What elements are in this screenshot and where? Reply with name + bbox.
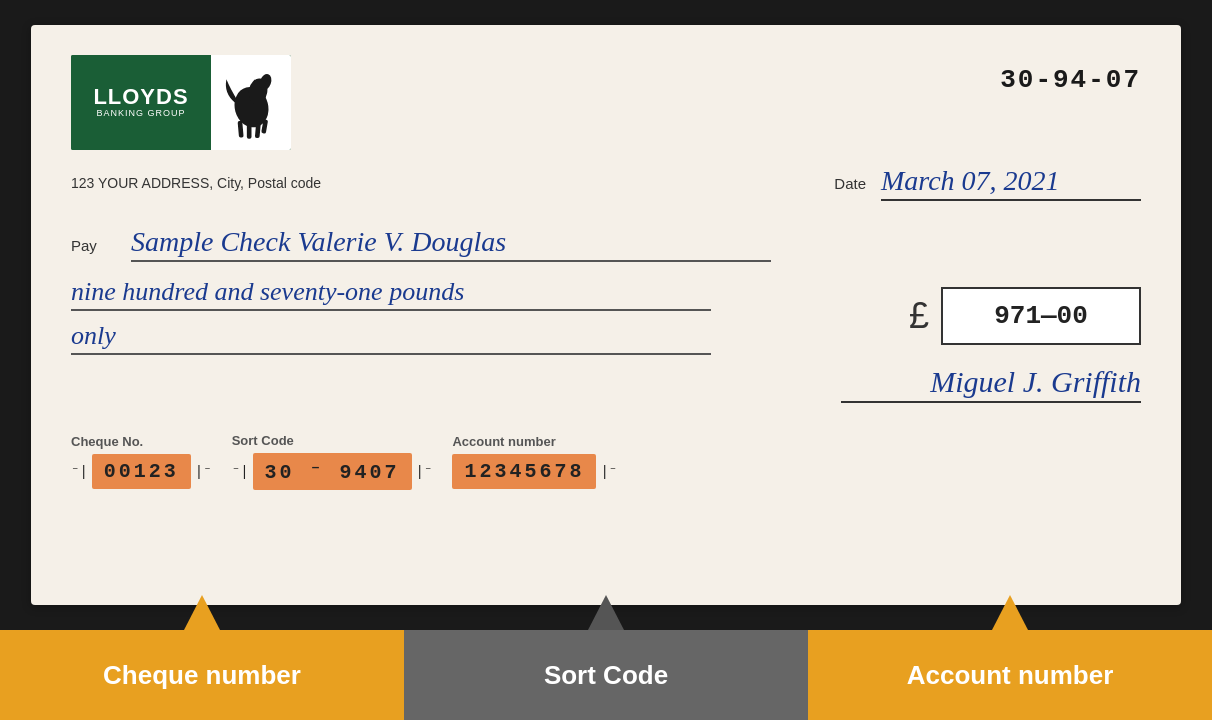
amount-box: 971—00 — [941, 287, 1141, 345]
pay-section: Pay Sample Check Valerie V. Douglas — [71, 226, 1141, 262]
sort-code-label: Sort Code — [232, 433, 433, 448]
logo-green-section: LLOYDS BANKING GROUP — [71, 55, 211, 150]
micr-bar-right3: |⁻ — [600, 463, 617, 480]
pay-label: Pay — [71, 237, 111, 254]
sort-code-row: ⁻| 30 ⁻ 9407 |⁻ — [232, 453, 433, 490]
account-number-bottom-label: Account number — [907, 660, 1114, 691]
logo-banking: BANKING GROUP — [96, 108, 185, 120]
account-number: 12345678 — [452, 454, 596, 489]
pay-line: Pay Sample Check Valerie V. Douglas — [71, 226, 1141, 262]
cheque-arrow — [184, 595, 220, 630]
micr-bar-left2: ⁻| — [232, 463, 249, 480]
sort-arrow — [588, 595, 624, 630]
date-label: Date — [834, 175, 866, 192]
address: 123 YOUR ADDRESS, City, Postal code — [71, 175, 321, 191]
date-value: March 07, 2021 — [881, 165, 1141, 201]
horse-icon — [219, 65, 284, 140]
cheque-number-group: Cheque No. ⁻| 00123 |⁻ — [71, 434, 212, 489]
sort-code-value: 30 ⁻ 9407 — [253, 453, 412, 490]
pound-symbol: £ — [909, 295, 929, 337]
account-number-row: 12345678 |⁻ — [452, 454, 617, 489]
cheque-wrapper: LLOYDS BANKING GROUP — [0, 0, 1212, 630]
date-row: Date March 07, 2021 — [834, 165, 1141, 201]
micr-section: Cheque No. ⁻| 00123 |⁻ Sort Code ⁻| 30 ⁻… — [71, 423, 1141, 490]
words-section: nine hundred and seventy-one pounds only — [71, 277, 909, 355]
sort-code-group: Sort Code ⁻| 30 ⁻ 9407 |⁻ — [232, 433, 433, 490]
sort-code-display: 30-94-07 — [1000, 65, 1141, 95]
amount-words-line2: only — [71, 321, 711, 355]
logo-white-section — [211, 55, 291, 150]
sort-code-top-area: 30-94-07 — [1000, 55, 1141, 95]
payee-name: Sample Check Valerie V. Douglas — [131, 226, 771, 262]
cheque-top: LLOYDS BANKING GROUP — [71, 55, 1141, 150]
micr-bar-right1: |⁻ — [195, 463, 212, 480]
svg-rect-4 — [246, 124, 251, 139]
account-number-group: Account number 12345678 |⁻ — [452, 434, 617, 489]
cheque-number: 00123 — [92, 454, 191, 489]
logo-lloyds: LLOYDS — [93, 86, 188, 108]
bottom-bar: Cheque number Sort Code Account number — [0, 630, 1212, 720]
micr-bar-right2: |⁻ — [416, 463, 433, 480]
cheque-number-bottom-label: Cheque number — [103, 660, 301, 691]
signature: Miguel J. Griffith — [841, 365, 1141, 403]
cheque-no-label: Cheque No. — [71, 434, 212, 449]
sort-code-bottom-label: Sort Code — [544, 660, 668, 691]
micr-bar-left1: ⁻| — [71, 463, 88, 480]
account-label-section: Account number — [808, 630, 1212, 720]
amount-words-line1: nine hundred and seventy-one pounds — [71, 277, 711, 311]
sort-label-section: Sort Code — [404, 630, 808, 720]
cheque: LLOYDS BANKING GROUP — [31, 25, 1181, 605]
account-arrow — [992, 595, 1028, 630]
account-number-label: Account number — [452, 434, 617, 449]
address-row: 123 YOUR ADDRESS, City, Postal code Date… — [71, 165, 1141, 201]
cheque-number-row: ⁻| 00123 |⁻ — [71, 454, 212, 489]
amount-box-area: £ 971—00 — [909, 287, 1141, 345]
logo-area: LLOYDS BANKING GROUP — [71, 55, 291, 150]
amount-section: nine hundred and seventy-one pounds only… — [71, 277, 1141, 355]
cheque-label-section: Cheque number — [0, 630, 404, 720]
signature-area: Miguel J. Griffith — [71, 365, 1141, 403]
logo-box: LLOYDS BANKING GROUP — [71, 55, 291, 150]
